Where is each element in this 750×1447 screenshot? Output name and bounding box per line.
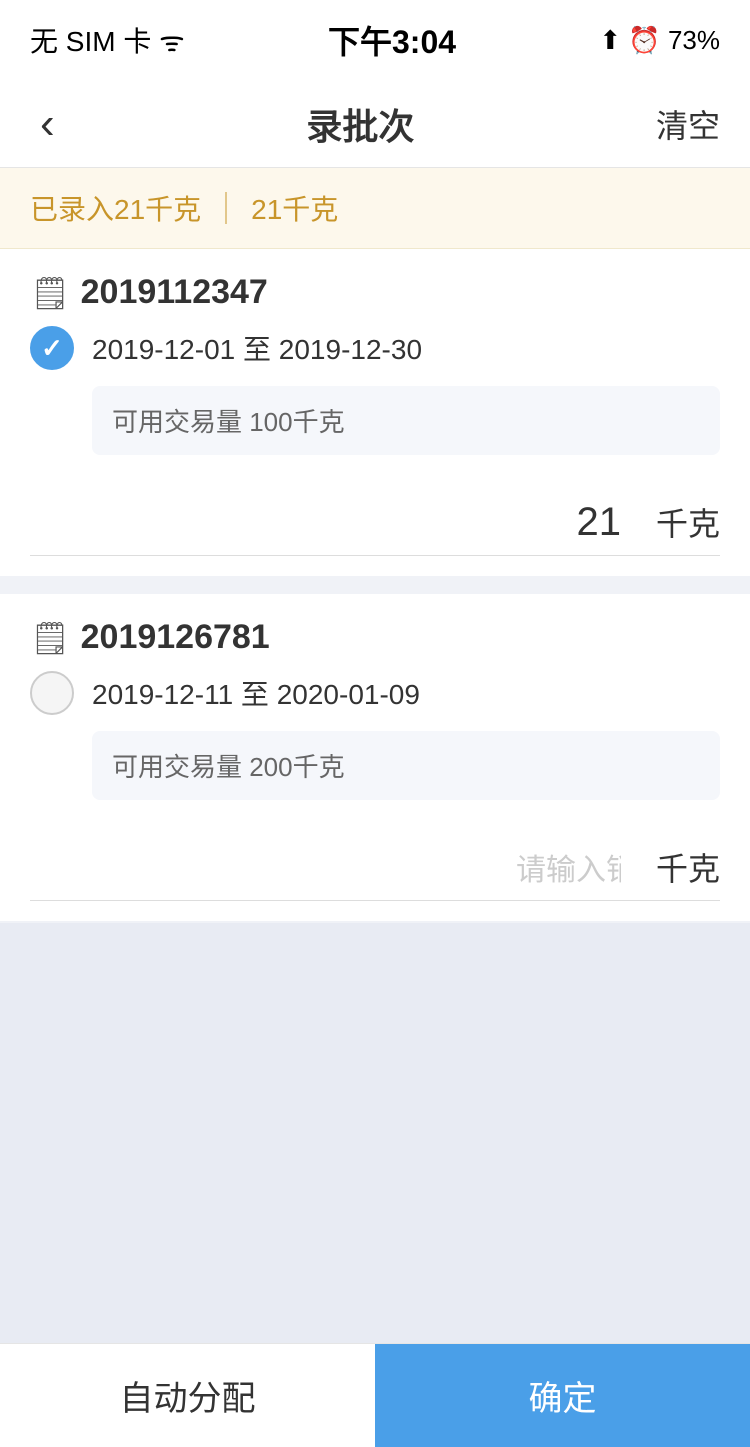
batch-id-text-2: 2019126781 bbox=[81, 618, 270, 657]
batch-card-1: 🗒 2019112347 2019-12-01 至 2019-12-30 可用交… bbox=[0, 249, 750, 576]
qty-underline-2 bbox=[30, 900, 720, 901]
content-area: 🗒 2019112347 2019-12-01 至 2019-12-30 可用交… bbox=[0, 249, 750, 1343]
qty-input-2[interactable] bbox=[516, 845, 636, 890]
batch-id-row-2: 🗒 2019126781 bbox=[30, 618, 720, 657]
batch-date-row-1[interactable]: 2019-12-01 至 2019-12-30 bbox=[30, 326, 720, 370]
recorded-label: 已录入21千克 bbox=[30, 188, 201, 228]
page-wrapper: 无 SIM 卡 ᯤ 下午3:04 ⬆ ⏰ 73% ‹ 录批次 清空 已录入21千… bbox=[0, 0, 750, 1447]
empty-area bbox=[0, 923, 750, 1343]
radio-btn-2[interactable] bbox=[30, 671, 74, 715]
clear-button[interactable]: 清空 bbox=[656, 101, 720, 147]
qty-row-2: 千克 bbox=[0, 824, 750, 900]
batch-date-1: 2019-12-01 至 2019-12-30 bbox=[92, 328, 422, 368]
auto-distribute-button[interactable]: 自动分配 bbox=[0, 1344, 375, 1447]
batch-item-2: 🗒 2019126781 2019-12-11 至 2020-01-09 可用交… bbox=[0, 594, 750, 824]
qty-underline-1 bbox=[30, 555, 720, 556]
section-separator bbox=[0, 578, 750, 594]
radio-btn-1[interactable] bbox=[30, 326, 74, 370]
recorded-value: 21千克 bbox=[251, 188, 338, 228]
back-button[interactable]: ‹ bbox=[30, 99, 65, 149]
available-qty-1: 可用交易量 100千克 bbox=[92, 386, 720, 455]
status-icons: ⬆ ⏰ 73% bbox=[599, 25, 720, 56]
batch-id-row-1: 🗒 2019112347 bbox=[30, 273, 720, 312]
qty-unit-1: 千克 bbox=[656, 499, 720, 545]
available-qty-2: 可用交易量 200千克 bbox=[92, 731, 720, 800]
info-divider bbox=[225, 192, 227, 224]
status-left: 无 SIM 卡 ᯤ bbox=[30, 20, 185, 60]
info-banner: 已录入21千克 21千克 bbox=[0, 168, 750, 249]
bottom-bar: 自动分配 确定 bbox=[0, 1343, 750, 1447]
qty-unit-2: 千克 bbox=[656, 844, 720, 890]
batch-date-2: 2019-12-11 至 2020-01-09 bbox=[92, 673, 420, 713]
batch-card-2: 🗒 2019126781 2019-12-11 至 2020-01-09 可用交… bbox=[0, 594, 750, 921]
nav-bar: ‹ 录批次 清空 bbox=[0, 80, 750, 168]
no-sim-text: 无 SIM 卡 ᯤ bbox=[30, 20, 185, 60]
confirm-button[interactable]: 确定 bbox=[375, 1344, 750, 1447]
batch-doc-icon-2: 🗒 bbox=[30, 619, 71, 657]
qty-input-1[interactable] bbox=[516, 500, 636, 545]
batch-date-row-2[interactable]: 2019-12-11 至 2020-01-09 bbox=[30, 671, 720, 715]
batch-id-text-1: 2019112347 bbox=[81, 273, 268, 312]
batch-item-1: 🗒 2019112347 2019-12-01 至 2019-12-30 可用交… bbox=[0, 249, 750, 479]
batch-doc-icon-1: 🗒 bbox=[30, 274, 71, 312]
qty-row-1: 千克 bbox=[0, 479, 750, 555]
page-title: 录批次 bbox=[306, 98, 414, 150]
status-bar: 无 SIM 卡 ᯤ 下午3:04 ⬆ ⏰ 73% bbox=[0, 0, 750, 80]
status-time: 下午3:04 bbox=[328, 17, 456, 63]
status-right: ⬆ ⏰ 73% bbox=[599, 25, 720, 56]
